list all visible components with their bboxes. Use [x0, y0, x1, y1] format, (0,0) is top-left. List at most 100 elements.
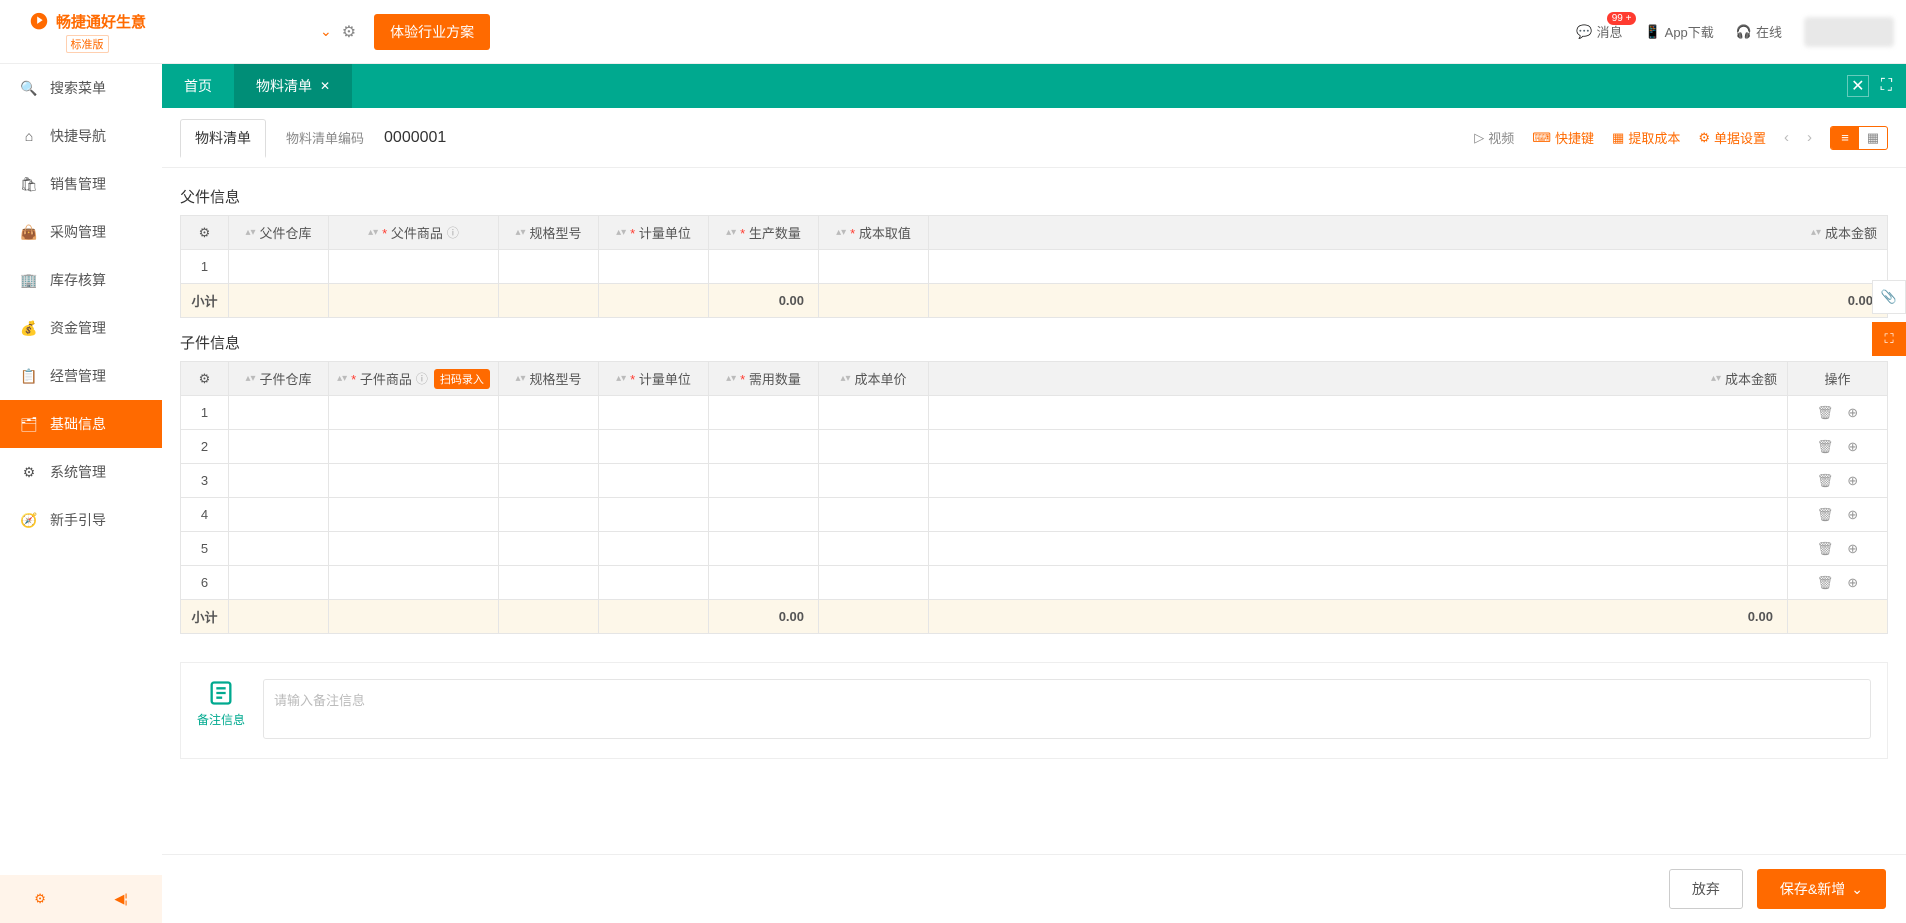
- tab-bom[interactable]: 物料清单 ✕: [234, 64, 352, 108]
- add-row-icon[interactable]: ⊕: [1847, 473, 1858, 489]
- sidebar-item-system[interactable]: ⚙系统管理: [0, 448, 162, 496]
- clipboard-icon: 📋: [20, 367, 38, 385]
- gear-header[interactable]: ⚙: [181, 216, 229, 250]
- subheader-tab[interactable]: 物料清单: [180, 119, 266, 158]
- messages-link[interactable]: 💬 消息 99 +: [1576, 22, 1622, 41]
- table-row[interactable]: 4🗑⊕: [181, 498, 1888, 532]
- delete-icon[interactable]: 🗑: [1817, 507, 1834, 523]
- table-row[interactable]: 5🗑⊕: [181, 532, 1888, 566]
- view-list-icon[interactable]: ≡: [1831, 127, 1859, 149]
- col-child-cost-amt[interactable]: ▴▾成本金额: [929, 362, 1788, 396]
- bom-code-label: 物料清单编码: [286, 128, 364, 147]
- add-row-icon[interactable]: ⊕: [1847, 541, 1858, 557]
- table-row[interactable]: 3🗑⊕: [181, 464, 1888, 498]
- add-row-icon[interactable]: ⊕: [1847, 405, 1858, 421]
- tab-home[interactable]: 首页: [162, 64, 234, 108]
- col-child-ops: 操作: [1788, 362, 1888, 396]
- id-icon: 🗂: [20, 415, 38, 433]
- sort-icon: ▴▾: [836, 230, 846, 236]
- play-icon: ▷: [1474, 130, 1484, 146]
- col-child-qty[interactable]: ▴▾需用数量: [709, 362, 819, 396]
- shortcut-link[interactable]: ⌨快捷键: [1532, 128, 1594, 147]
- save-add-button[interactable]: 保存&新增 ⌄: [1757, 869, 1886, 909]
- col-parent-cost-basis[interactable]: ▴▾成本取值: [819, 216, 929, 250]
- add-row-icon[interactable]: ⊕: [1847, 575, 1858, 591]
- sidebar-item-business[interactable]: 📋经营管理: [0, 352, 162, 400]
- sidebar-item-inventory[interactable]: 🏢库存核算: [0, 256, 162, 304]
- view-grid-icon[interactable]: ▦: [1859, 127, 1887, 149]
- col-child-unit-cost[interactable]: ▴▾成本单价: [819, 362, 929, 396]
- subtotal-row: 小计 0.00 0.00: [181, 284, 1888, 318]
- close-all-icon[interactable]: ✕: [1847, 75, 1869, 97]
- sidebar-item-search[interactable]: 🔍搜索菜单: [0, 64, 162, 112]
- app-download-link[interactable]: 📱 App下载: [1644, 22, 1713, 41]
- collapse-icon[interactable]: ◀¦: [114, 891, 127, 907]
- add-row-icon[interactable]: ⊕: [1847, 439, 1858, 455]
- col-parent-warehouse[interactable]: ▴▾父件仓库: [229, 216, 329, 250]
- subtotal-row: 小计 0.00 0.00: [181, 600, 1888, 634]
- delete-icon[interactable]: 🗑: [1817, 405, 1834, 421]
- delete-icon[interactable]: 🗑: [1817, 439, 1834, 455]
- discard-button[interactable]: 放弃: [1669, 869, 1743, 909]
- prev-icon[interactable]: ‹: [1784, 129, 1789, 146]
- sidebar-item-label: 销售管理: [50, 174, 106, 194]
- subtotal-label: 小计: [181, 284, 229, 318]
- logo[interactable]: 畅捷通好生意 标准版: [12, 11, 162, 53]
- sidebar-item-finance[interactable]: 💰资金管理: [0, 304, 162, 352]
- support-link[interactable]: 🎧 在线: [1736, 22, 1782, 41]
- table-row[interactable]: 2🗑⊕: [181, 430, 1888, 464]
- col-child-spec[interactable]: ▴▾规格型号: [499, 362, 599, 396]
- notes-icon-block: 备注信息: [197, 679, 245, 728]
- view-toggle: ≡ ▦: [1830, 126, 1888, 150]
- col-child-warehouse[interactable]: ▴▾子件仓库: [229, 362, 329, 396]
- phone-icon: 📱: [1644, 24, 1660, 40]
- user-avatar[interactable]: [1804, 17, 1894, 47]
- fullscreen-icon[interactable]: ⛶: [1872, 322, 1906, 356]
- sidebar-item-quicknav[interactable]: ⌂快捷导航: [0, 112, 162, 160]
- brand-name: 畅捷通好生意: [56, 11, 146, 32]
- sidebar-item-guide[interactable]: 🧭新手引导: [0, 496, 162, 544]
- sort-icon: ▴▾: [840, 376, 850, 382]
- col-parent-spec[interactable]: ▴▾规格型号: [499, 216, 599, 250]
- delete-icon[interactable]: 🗑: [1817, 473, 1834, 489]
- col-child-product[interactable]: ▴▾子件商品ⓘ扫码录入: [329, 362, 499, 396]
- expand-icon[interactable]: ⛶: [1877, 73, 1896, 99]
- gear-header[interactable]: ⚙: [181, 362, 229, 396]
- cta-button[interactable]: 体验行业方案: [374, 14, 490, 50]
- table-row[interactable]: 6🗑⊕: [181, 566, 1888, 600]
- notes-label: 备注信息: [197, 711, 245, 728]
- extract-cost-link[interactable]: ▦提取成本: [1612, 128, 1680, 147]
- tab-label: 物料清单: [256, 76, 312, 96]
- scan-tag[interactable]: 扫码录入: [434, 369, 490, 389]
- messages-badge: 99 +: [1607, 12, 1637, 25]
- table-row[interactable]: 1: [181, 250, 1888, 284]
- attachment-icon[interactable]: 📎: [1872, 280, 1906, 314]
- child-table: ⚙ ▴▾子件仓库 ▴▾子件商品ⓘ扫码录入 ▴▾规格型号 ▴▾计量单位 ▴▾需用数…: [180, 361, 1888, 634]
- add-row-icon[interactable]: ⊕: [1847, 507, 1858, 523]
- col-parent-qty[interactable]: ▴▾生产数量: [709, 216, 819, 250]
- col-child-unit[interactable]: ▴▾计量单位: [599, 362, 709, 396]
- col-parent-product[interactable]: ▴▾父件商品ⓘ: [329, 216, 499, 250]
- delete-icon[interactable]: 🗑: [1817, 575, 1834, 591]
- gear-icon: ⚙: [1698, 130, 1710, 146]
- org-selector[interactable]: ⌄ ⚙: [202, 18, 356, 46]
- table-row[interactable]: 1🗑⊕: [181, 396, 1888, 430]
- gear-icon: ⚙: [20, 463, 38, 481]
- delete-icon[interactable]: 🗑: [1817, 541, 1834, 557]
- next-icon[interactable]: ›: [1807, 129, 1812, 146]
- sidebar-item-label: 资金管理: [50, 318, 106, 338]
- sidebar-item-base-info[interactable]: 🗂基础信息: [0, 400, 162, 448]
- sidebar-footer: ⚙ ◀¦: [0, 875, 162, 923]
- sort-icon: ▴▾: [515, 230, 525, 236]
- sidebar-item-sales[interactable]: 🛍销售管理: [0, 160, 162, 208]
- doc-settings-link[interactable]: ⚙单据设置: [1698, 128, 1766, 147]
- child-section-title: 子件信息: [180, 332, 1888, 353]
- sidebar-item-purchase[interactable]: 👜采购管理: [0, 208, 162, 256]
- gear-icon[interactable]: ⚙: [342, 22, 356, 42]
- close-icon[interactable]: ✕: [320, 79, 330, 93]
- notes-input[interactable]: [263, 679, 1871, 739]
- col-parent-unit[interactable]: ▴▾计量单位: [599, 216, 709, 250]
- settings-icon[interactable]: ⚙: [34, 891, 46, 907]
- video-link[interactable]: ▷视频: [1474, 128, 1514, 147]
- col-parent-cost-amt[interactable]: ▴▾成本金额: [929, 216, 1888, 250]
